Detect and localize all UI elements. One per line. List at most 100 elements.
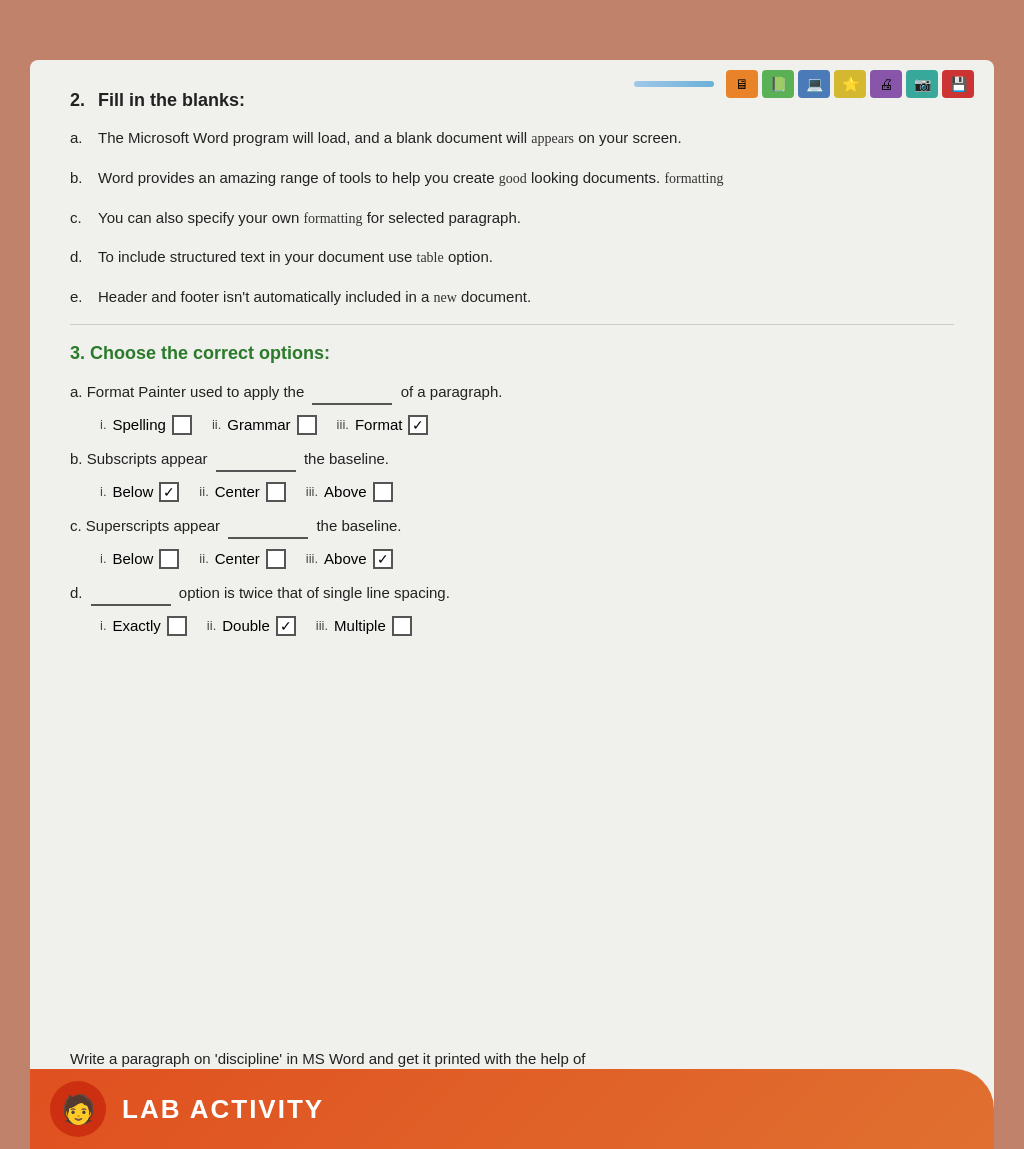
q3a-blank xyxy=(312,376,392,405)
question-3d: d. option is twice that of single line s… xyxy=(70,577,954,606)
question-3b: b. Subscripts appear the baseline. xyxy=(70,443,954,472)
q3c-opt3-checkbox[interactable]: ✓ xyxy=(373,549,393,569)
q3d-opt1-num: i. xyxy=(100,618,107,633)
q3d-letter: d. xyxy=(70,584,83,601)
q3d-opt3: iii. Multiple xyxy=(316,616,412,636)
q3d-opt1: i. Exactly xyxy=(100,616,187,636)
q3b-opt2-num: ii. xyxy=(199,484,208,499)
q2d-text: To include structured text in your docum… xyxy=(98,244,493,270)
q3b-opt2: ii. Center xyxy=(199,482,285,502)
question-2e: e. Header and footer isn't automatically… xyxy=(70,284,954,310)
q2b-letter: b. xyxy=(70,165,90,191)
question-3a: a. Format Painter used to apply the of a… xyxy=(70,376,954,405)
q2a-answer: appears xyxy=(531,131,574,146)
question-2b: b. Word provides an amazing range of too… xyxy=(70,165,954,191)
q3c-opt3-label: Above xyxy=(324,550,367,567)
lab-activity-banner: 🧑 LAB ACTIVITY xyxy=(30,1069,994,1149)
q3a-opt2-num: ii. xyxy=(212,417,221,432)
q2e-text: Header and footer isn't automatically in… xyxy=(98,284,531,310)
q3a-opt3: iii. Format ✓ xyxy=(337,415,429,435)
q3c-opt1: i. Below xyxy=(100,549,179,569)
q3d-opt3-num: iii. xyxy=(316,618,328,633)
section2-title: Fill in the blanks: xyxy=(98,90,245,110)
toolbar-icon-7[interactable]: 💾 xyxy=(942,70,974,98)
q3a-opt2-label: Grammar xyxy=(227,416,290,433)
q3d-opt1-checkbox[interactable] xyxy=(167,616,187,636)
q2a-letter: a. xyxy=(70,125,90,151)
isnt-word: isn't xyxy=(223,288,249,305)
q3d-opt3-label: Multiple xyxy=(334,617,386,634)
q2c-text: You can also specify your own formatting… xyxy=(98,205,521,231)
q3b-opt1-num: i. xyxy=(100,484,107,499)
q3a-text: Format Painter used to apply the of a pa… xyxy=(87,383,503,400)
bottom-text-content: Write a paragraph on 'discipline' in MS … xyxy=(70,1050,585,1067)
toolbar-icon-4[interactable]: ⭐ xyxy=(834,70,866,98)
q3c-opt2-num: ii. xyxy=(199,551,208,566)
q3d-opt1-label: Exactly xyxy=(113,617,161,634)
q3b-opt2-checkbox[interactable] xyxy=(266,482,286,502)
q3d-text: option is twice that of single line spac… xyxy=(87,584,450,601)
q3a-opt2-checkbox[interactable] xyxy=(297,415,317,435)
question-2d: d. To include structured text in your do… xyxy=(70,244,954,270)
q3c-options: i. Below ii. Center iii. Above ✓ xyxy=(100,549,954,569)
q2b-answer2: formatting xyxy=(664,171,723,186)
q2d-answer: table xyxy=(417,250,444,265)
toolbar: 🖥 📗 💻 ⭐ 🖨 📷 💾 xyxy=(634,70,974,98)
bottom-text: Write a paragraph on 'discipline' in MS … xyxy=(70,1050,954,1067)
section3-number: 3. xyxy=(70,343,85,363)
q3a-opt3-label: Format xyxy=(355,416,403,433)
toolbar-icon-1[interactable]: 🖥 xyxy=(726,70,758,98)
q3c-opt1-label: Below xyxy=(113,550,154,567)
q3c-text: Superscripts appear the baseline. xyxy=(86,517,402,534)
q3c-opt1-checkbox[interactable] xyxy=(159,549,179,569)
question-2a: a. The Microsoft Word program will load,… xyxy=(70,125,954,151)
q2d-letter: d. xyxy=(70,244,90,270)
q2a-text: The Microsoft Word program will load, an… xyxy=(98,125,682,151)
q3c-opt2: ii. Center xyxy=(199,549,285,569)
q3c-opt3-num: iii. xyxy=(306,551,318,566)
q3a-opt1-checkbox[interactable] xyxy=(172,415,192,435)
q3a-options: i. Spelling ii. Grammar iii. Format ✓ xyxy=(100,415,954,435)
toolbar-icon-3[interactable]: 💻 xyxy=(798,70,830,98)
q3a-opt3-num: iii. xyxy=(337,417,349,432)
q2e-letter: e. xyxy=(70,284,90,310)
section-divider xyxy=(70,324,954,325)
q3b-opt1-checkbox[interactable]: ✓ xyxy=(159,482,179,502)
q2b-text: Word provides an amazing range of tools … xyxy=(98,165,723,191)
q3c-opt1-num: i. xyxy=(100,551,107,566)
q2e-answer: new xyxy=(434,290,457,305)
q3d-opt3-checkbox[interactable] xyxy=(392,616,412,636)
q3b-opt2-label: Center xyxy=(215,483,260,500)
toolbar-icon-5[interactable]: 🖨 xyxy=(870,70,902,98)
q3c-opt2-checkbox[interactable] xyxy=(266,549,286,569)
q3b-opt3-checkbox[interactable] xyxy=(373,482,393,502)
q2c-letter: c. xyxy=(70,205,90,231)
q3a-opt1-label: Spelling xyxy=(113,416,166,433)
q3d-options: i. Exactly ii. Double ✓ iii. Multiple xyxy=(100,616,954,636)
q3a-letter: a. xyxy=(70,383,83,400)
toolbar-icon-6[interactable]: 📷 xyxy=(906,70,938,98)
word-label: Word xyxy=(193,129,229,146)
q3b-options: i. Below ✓ ii. Center iii. Above xyxy=(100,482,954,502)
lab-icon: 🧑 xyxy=(50,1081,106,1137)
question-3c: c. Superscripts appear the baseline. xyxy=(70,510,954,539)
footer-word: footer xyxy=(181,288,219,305)
q3d-opt2-checkbox[interactable]: ✓ xyxy=(276,616,296,636)
paper: 2. Fill in the blanks: a. The Microsoft … xyxy=(30,60,994,1149)
q3a-opt1: i. Spelling xyxy=(100,415,192,435)
q3b-opt3-label: Above xyxy=(324,483,367,500)
q3c-letter: c. xyxy=(70,517,82,534)
toolbar-icon-2[interactable]: 📗 xyxy=(762,70,794,98)
question-2c: c. You can also specify your own formatt… xyxy=(70,205,954,231)
section2-number: 2. xyxy=(70,90,85,110)
q3b-letter: b. xyxy=(70,450,83,467)
q3b-text: Subscripts appear the baseline. xyxy=(87,450,389,467)
q3a-opt3-checkbox[interactable]: ✓ xyxy=(408,415,428,435)
section3-title: Choose the correct options: xyxy=(90,343,330,363)
q2b-answer: good xyxy=(499,171,527,186)
q3b-opt1: i. Below ✓ xyxy=(100,482,179,502)
q3b-blank xyxy=(216,443,296,472)
q3c-opt2-label: Center xyxy=(215,550,260,567)
q3d-opt2-num: ii. xyxy=(207,618,216,633)
q3c-blank xyxy=(228,510,308,539)
